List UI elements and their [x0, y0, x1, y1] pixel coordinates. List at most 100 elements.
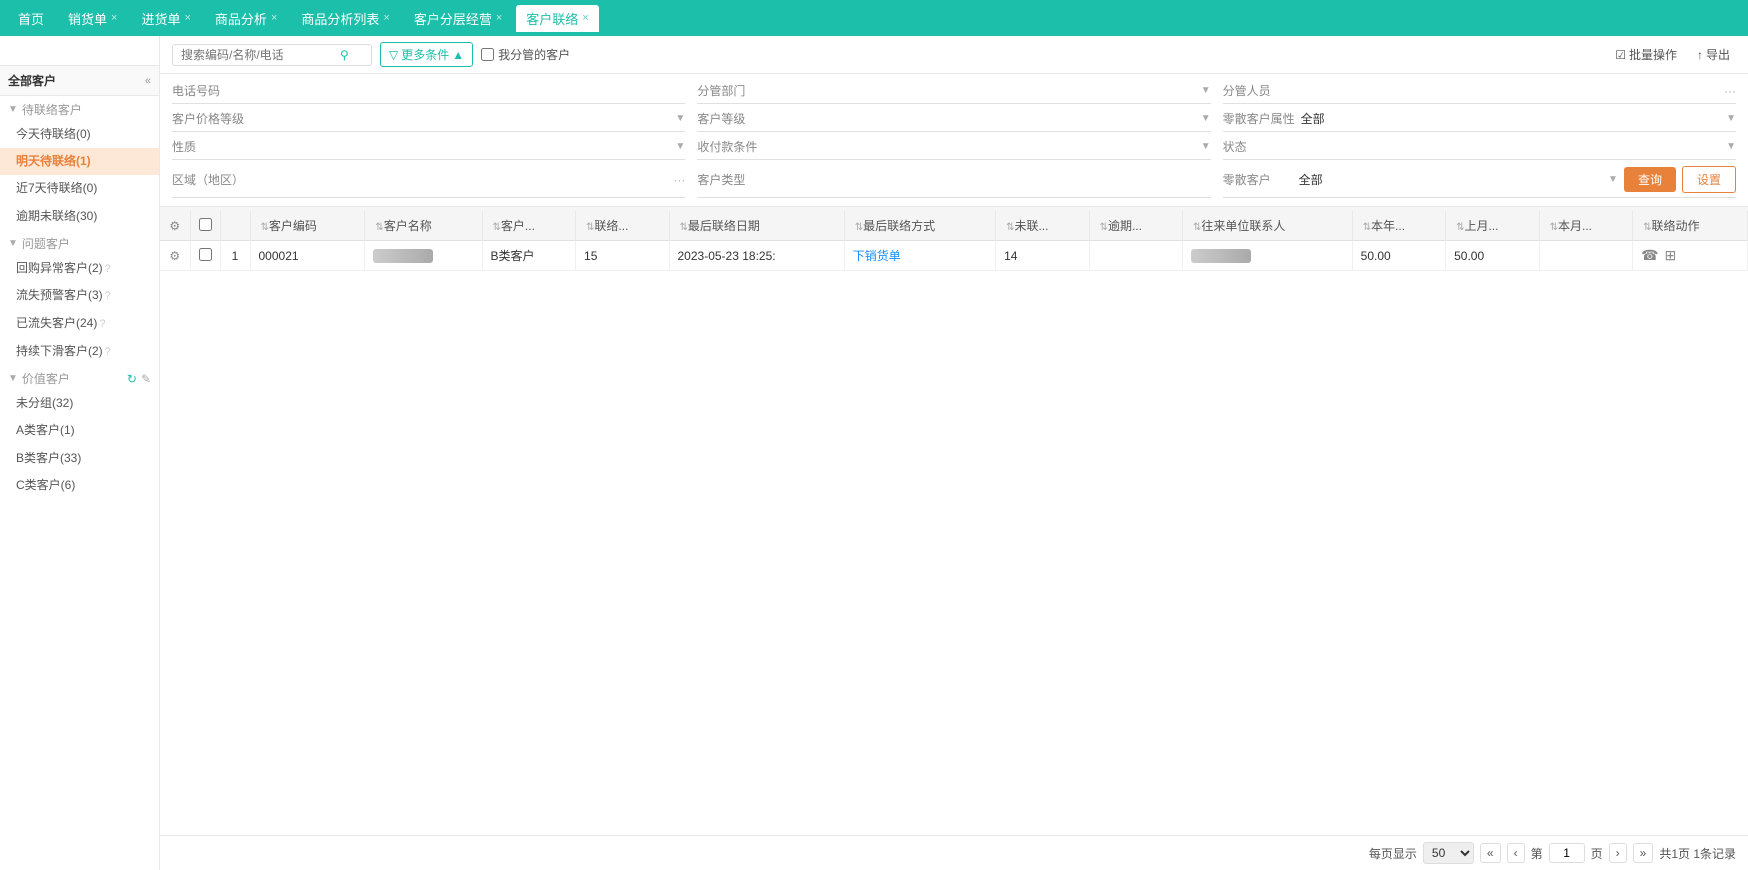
nav-item-1[interactable]: 销货单× — [58, 5, 127, 32]
my-customers-check-input[interactable] — [481, 48, 494, 61]
th-action[interactable]: ⇅联络动作 — [1633, 211, 1748, 241]
sidebar-item-pending-2[interactable]: 近7天待联络(0) — [0, 175, 159, 202]
th-last_contact_method[interactable]: ⇅最后联络方式 — [844, 211, 995, 241]
batch-op-btn[interactable]: ☑ 批量操作 — [1609, 43, 1683, 66]
nav-item-6[interactable]: 客户联络× — [516, 5, 598, 32]
nav-close-icon-4[interactable]: × — [383, 12, 389, 24]
gear-icon[interactable]: ⚙ — [169, 219, 180, 233]
my-customers-checkbox[interactable]: 我分管的客户 — [481, 46, 570, 63]
batch-icon: ☑ — [1615, 48, 1626, 62]
prev-page-btn[interactable]: ‹ — [1507, 843, 1525, 863]
sidebar-item-pending-3[interactable]: 逾期未联络(30) — [0, 203, 159, 230]
dots-icon: ··· — [673, 173, 685, 187]
sidebar-group-problem: ▼问题客户 — [0, 230, 159, 255]
sidebar-item-value-1[interactable]: A类客户(1) — [0, 417, 159, 444]
row-gear-icon[interactable]: ⚙ — [169, 249, 180, 263]
nav-close-icon-6[interactable]: × — [582, 12, 588, 24]
sort-icon-contact: ⇅ — [586, 222, 594, 233]
filter-search-icon[interactable]: ⚲ — [340, 48, 349, 62]
th-gear[interactable]: ⚙ — [160, 211, 190, 241]
th-not_contacted[interactable]: ⇅未联... — [996, 211, 1089, 241]
sidebar-item-value-2[interactable]: B类客户(33) — [0, 445, 159, 472]
total-label: 共1页 1条记录 — [1659, 845, 1736, 862]
toolbar-right: ☑ 批量操作 ↑ 导出 — [1609, 43, 1736, 66]
help-icon: ? — [105, 263, 111, 275]
nav-item-4[interactable]: 商品分析列表× — [291, 5, 399, 32]
td-action-0: ☎ ⊞ — [1633, 241, 1748, 271]
settings-button[interactable]: 设置 — [1682, 166, 1736, 193]
sidebar-item-problem-2[interactable]: 已流失客户(24)? — [0, 310, 159, 338]
edit-icon-2[interactable]: ✎ — [141, 372, 151, 386]
batch-op-label: 批量操作 — [1629, 46, 1677, 63]
sidebar-item-value-3[interactable]: C类客户(6) — [0, 472, 159, 499]
phone-icon[interactable]: ☎ — [1641, 247, 1658, 264]
chevron-down-icon: ▼ — [675, 141, 685, 152]
nav-close-icon-3[interactable]: × — [271, 12, 277, 24]
sort-icon-unit_contact: ⇅ — [1193, 222, 1201, 233]
th-customer_type[interactable]: ⇅客户... — [482, 211, 575, 241]
th-customer_name[interactable]: ⇅客户名称 — [365, 211, 482, 241]
last-contact-link[interactable]: 下销货单 — [853, 249, 901, 263]
td-this_month-0 — [1539, 241, 1632, 271]
sort-icon-overdue: ⇅ — [1100, 222, 1108, 233]
sidebar-item-problem-3[interactable]: 持续下滑客户(2)? — [0, 338, 159, 366]
sidebar-item-problem-1[interactable]: 流失预警客户(3)? — [0, 282, 159, 310]
th-overdue[interactable]: ⇅逾期... — [1089, 211, 1182, 241]
th-checkbox[interactable] — [190, 211, 220, 241]
nav-close-icon-2[interactable]: × — [184, 12, 190, 24]
query-button[interactable]: 查询 — [1624, 167, 1676, 192]
advanced-filter: 电话号码 分管部门 ▼ 分管人员 ··· 客户价格等级 ▼ 客户等级 ▼ 零散 — [160, 74, 1748, 207]
sidebar-item-problem-0[interactable]: 回购异常客户(2)? — [0, 255, 159, 283]
th-contact[interactable]: ⇅联络... — [576, 211, 669, 241]
last-page-btn[interactable]: » — [1633, 843, 1654, 863]
th-last_contact_date[interactable]: ⇅最后联络日期 — [669, 211, 844, 241]
refresh-icon-2[interactable]: ↻ — [127, 372, 137, 386]
nav-item-0[interactable]: 首页 — [8, 5, 54, 32]
th-this_month[interactable]: ⇅本月... — [1539, 211, 1632, 241]
nav-close-icon-5[interactable]: × — [496, 12, 502, 24]
nav-item-5[interactable]: 客户分层经营× — [404, 5, 512, 32]
grid-icon[interactable]: ⊞ — [1665, 247, 1677, 264]
sort-icon-customer_code: ⇅ — [261, 222, 269, 233]
sidebar-item-pending-1[interactable]: 明天待联络(1) — [0, 148, 159, 175]
th-last_month[interactable]: ⇅上月... — [1446, 211, 1539, 241]
blurred-cell — [373, 249, 433, 263]
sidebar-item-pending-0[interactable]: 今天待联络(0) — [0, 121, 159, 148]
td-customer_type-0: B类客户 — [482, 241, 575, 271]
chevron-down-icon: ▼ — [1726, 141, 1736, 152]
first-page-btn[interactable]: « — [1480, 843, 1501, 863]
nav-item-2[interactable]: 进货单× — [131, 5, 200, 32]
chevron-down-icon: ▼ — [1726, 113, 1736, 124]
sidebar-all-customers[interactable]: 全部客户« — [0, 66, 159, 96]
sidebar-item-value-0[interactable]: 未分组(32) — [0, 390, 159, 417]
nav-close-icon-1[interactable]: × — [111, 12, 117, 24]
sidebar-search-input[interactable] — [8, 44, 160, 58]
sort-icon-customer_name: ⇅ — [375, 222, 383, 233]
page-size-select[interactable]: 50 100 200 — [1423, 842, 1474, 864]
filter-label-2-0: 性质 — [172, 138, 242, 155]
next-page-btn[interactable]: › — [1609, 843, 1627, 863]
filter-label-0-0: 电话号码 — [172, 82, 242, 99]
export-btn[interactable]: ↑ 导出 — [1691, 43, 1736, 66]
filter-value-1-2[interactable]: 全部 — [1301, 110, 1720, 127]
page-input[interactable] — [1549, 843, 1585, 863]
th-unit_contact[interactable]: ⇅往来单位联系人 — [1183, 211, 1353, 241]
filter-cell-1-2: 零散客户属性 全部 ▼ — [1223, 110, 1736, 132]
sort-icon-last_month: ⇅ — [1456, 222, 1464, 233]
th-index[interactable] — [220, 211, 250, 241]
chevron-down-icon: ▼ — [1608, 174, 1618, 185]
page-size-label: 每页显示 — [1369, 845, 1417, 862]
my-customers-label: 我分管的客户 — [498, 46, 570, 63]
page-unit-label: 页 — [1591, 845, 1603, 862]
nav-item-3[interactable]: 商品分析× — [205, 5, 287, 32]
select-all-checkbox[interactable] — [199, 218, 212, 231]
td-overdue-0 — [1089, 241, 1182, 271]
td-last_contact_date-0: 2023-05-23 18:25: — [669, 241, 844, 271]
td-index-0: 1 — [220, 241, 250, 271]
th-this_year[interactable]: ⇅本年... — [1352, 211, 1445, 241]
more-filters-btn[interactable]: ▽ 更多条件 ▲ — [380, 42, 473, 67]
chevron-down-icon: ▼ — [1201, 113, 1211, 124]
filter-search-input[interactable] — [181, 48, 336, 62]
th-customer_code[interactable]: ⇅客户编码 — [250, 211, 365, 241]
row-checkbox-0[interactable] — [199, 248, 212, 261]
